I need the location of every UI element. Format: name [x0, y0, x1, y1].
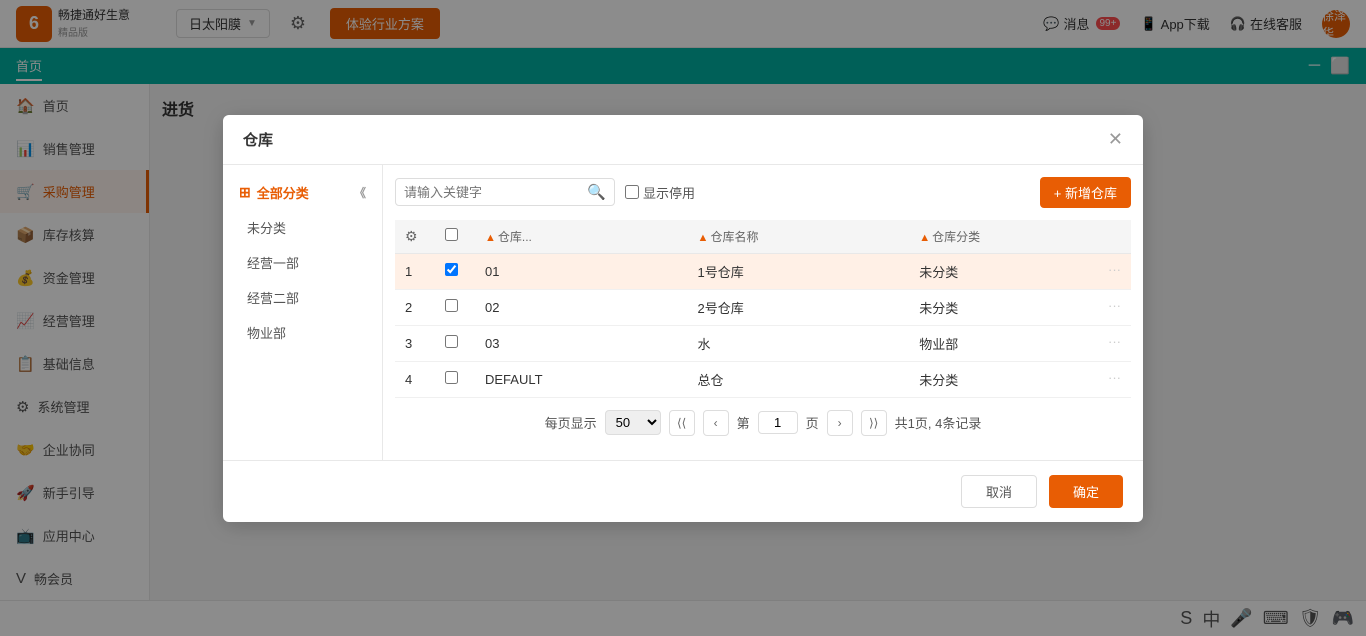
- category-sidebar: ⊞ 全部分类 《 未分类 经营一部 经营二部 物业部: [223, 165, 383, 460]
- header-row: ⚙ ▲仓库... ▲仓库名称: [395, 220, 1131, 254]
- row-code: DEFAULT: [475, 361, 688, 397]
- table-area: 🔍 显示停用 + 新增仓库 ⚙: [383, 165, 1143, 460]
- category-item-dept2[interactable]: 经营二部: [223, 280, 382, 315]
- row-name: 1号仓库: [688, 253, 910, 289]
- table-header: ⚙ ▲仓库... ▲仓库名称: [395, 220, 1131, 254]
- modal-header: 仓库 ✕: [223, 115, 1143, 165]
- modal-footer: 取消 确定: [223, 460, 1143, 522]
- row-name: 水: [688, 325, 910, 361]
- modal-body: ⊞ 全部分类 《 未分类 经营一部 经营二部 物业部 🔍: [223, 165, 1143, 460]
- th-category: ▲仓库分类: [909, 220, 1131, 254]
- page-label-post: 页: [806, 413, 819, 432]
- modal-overlay: 仓库 ✕ ⊞ 全部分类 《 未分类 经营一部 经营二部 物业部: [0, 0, 1366, 636]
- modal-title: 仓库: [243, 129, 273, 150]
- sort-icon-name: ▲: [698, 232, 709, 244]
- row-actions-icon[interactable]: ···: [1108, 262, 1121, 277]
- all-categories-label: 全部分类: [257, 183, 309, 202]
- row-category: 未分类···: [909, 253, 1131, 289]
- row-code: 01: [475, 253, 688, 289]
- row-checkbox[interactable]: [435, 253, 475, 289]
- table-row[interactable]: 1 01 1号仓库 未分类···: [395, 253, 1131, 289]
- table-row[interactable]: 4 DEFAULT 总仓 未分类···: [395, 361, 1131, 397]
- first-page-button[interactable]: ⟨⟨: [669, 410, 695, 436]
- row-index: 2: [395, 289, 435, 325]
- th-code: ▲仓库...: [475, 220, 688, 254]
- page-label-pre: 第: [737, 413, 750, 432]
- sort-icon-code: ▲: [485, 232, 496, 244]
- table-row[interactable]: 3 03 水 物业部···: [395, 325, 1131, 361]
- warehouse-table: ⚙ ▲仓库... ▲仓库名称: [395, 220, 1131, 398]
- search-input-wrap: 🔍: [395, 178, 615, 206]
- sort-icon-category: ▲: [919, 232, 930, 244]
- row-code: 02: [475, 289, 688, 325]
- row-category: 未分类···: [909, 289, 1131, 325]
- pagination-area: 每页显示 50 100 ⟨⟨ ‹ 第 页 › ⟩⟩ 共1页, 4条记录: [395, 398, 1131, 448]
- row-checkbox[interactable]: [435, 325, 475, 361]
- row-actions-icon[interactable]: ···: [1108, 370, 1121, 385]
- row-name: 总仓: [688, 361, 910, 397]
- th-settings: ⚙: [395, 220, 435, 254]
- per-page-label: 每页显示: [545, 413, 597, 432]
- show-disabled-checkbox[interactable]: [625, 185, 639, 199]
- category-item-property[interactable]: 物业部: [223, 315, 382, 350]
- total-info: 共1页, 4条记录: [895, 413, 982, 432]
- close-icon[interactable]: ✕: [1108, 130, 1123, 148]
- show-disabled-wrap: 显示停用: [625, 183, 695, 202]
- add-warehouse-button[interactable]: + 新增仓库: [1040, 177, 1131, 208]
- row-index: 3: [395, 325, 435, 361]
- warehouse-modal: 仓库 ✕ ⊞ 全部分类 《 未分类 经营一部 经营二部 物业部: [223, 115, 1143, 522]
- row-index: 1: [395, 253, 435, 289]
- row-name: 2号仓库: [688, 289, 910, 325]
- prev-page-button[interactable]: ‹: [703, 410, 729, 436]
- confirm-button[interactable]: 确定: [1049, 475, 1123, 508]
- row-category: 未分类···: [909, 361, 1131, 397]
- table-row[interactable]: 2 02 2号仓库 未分类···: [395, 289, 1131, 325]
- row-index: 4: [395, 361, 435, 397]
- gear-icon: ⚙: [405, 228, 418, 244]
- row-checkbox[interactable]: [435, 289, 475, 325]
- per-page-select[interactable]: 50 100: [605, 410, 661, 435]
- grid-icon: ⊞: [239, 184, 251, 201]
- th-checkbox: [435, 220, 475, 254]
- row-actions-icon[interactable]: ···: [1108, 298, 1121, 313]
- next-page-button[interactable]: ›: [827, 410, 853, 436]
- collapse-icon[interactable]: 《: [354, 184, 366, 201]
- show-disabled-label: 显示停用: [643, 183, 695, 202]
- last-page-button[interactable]: ⟩⟩: [861, 410, 887, 436]
- select-all-checkbox[interactable]: [445, 228, 458, 241]
- category-item-unclassified[interactable]: 未分类: [223, 210, 382, 245]
- row-actions-icon[interactable]: ···: [1108, 334, 1121, 349]
- table-body: 1 01 1号仓库 未分类··· 2 02 2号仓库 未分类··· 3 03 水…: [395, 253, 1131, 397]
- search-input[interactable]: [404, 185, 587, 200]
- row-category: 物业部···: [909, 325, 1131, 361]
- all-categories-item[interactable]: ⊞ 全部分类 《: [223, 175, 382, 210]
- row-checkbox[interactable]: [435, 361, 475, 397]
- row-code: 03: [475, 325, 688, 361]
- cancel-button[interactable]: 取消: [961, 475, 1037, 508]
- th-name: ▲仓库名称: [688, 220, 910, 254]
- category-item-dept1[interactable]: 经营一部: [223, 245, 382, 280]
- table-toolbar: 🔍 显示停用 + 新增仓库: [395, 177, 1131, 208]
- search-icon[interactable]: 🔍: [587, 183, 606, 201]
- page-number-input[interactable]: [758, 411, 798, 434]
